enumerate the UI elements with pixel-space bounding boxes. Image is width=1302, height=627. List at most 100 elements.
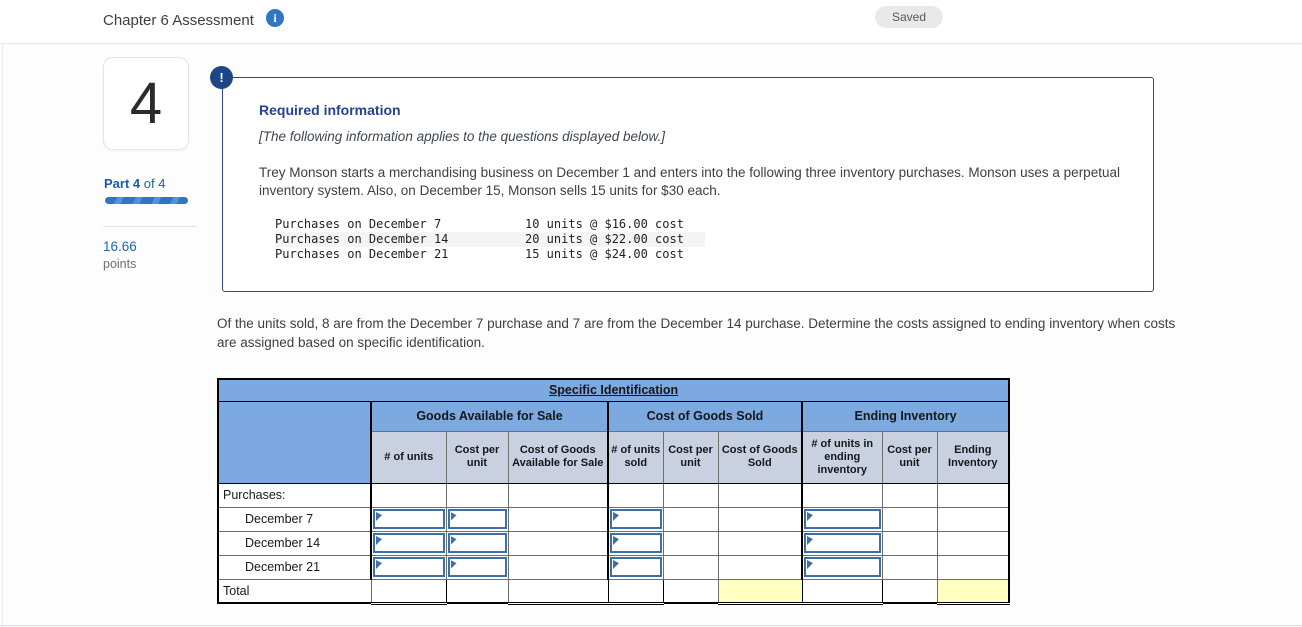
dec21-units-input[interactable] [373,557,445,577]
points-value: 16.66 [103,239,137,254]
empty-cell [507,482,609,508]
part-progress-bar [105,197,188,204]
empty-cell [881,482,938,508]
dec7-units-cell [370,506,447,532]
sidebar-divider [103,226,196,227]
worksheet-title: Specific Identification [217,378,1010,402]
dec7-cost-per-unit-input[interactable] [447,509,507,529]
total-units-sold-cell [607,578,664,605]
part-indicator-bold: Part 4 [104,176,141,191]
subheader-units-ending: # of units in ending inventory [801,430,883,484]
section-cost-of-goods-sold: Cost of Goods Sold [607,400,803,432]
dec7-units-sold-input[interactable] [610,509,662,529]
assessment-title: Chapter 6 Assessment [103,12,254,29]
cell-flag-icon [376,536,382,545]
dec21-units-ending-input[interactable] [804,557,881,577]
dec7-units-input[interactable] [373,509,445,529]
empty-cell [801,482,883,508]
empty-cell [717,554,803,580]
subheader-units-sold: # of units sold [607,430,664,484]
dec21-units-cell [370,554,447,580]
dec14-units-cell [370,530,447,556]
cell-flag-icon [450,560,457,569]
part-indicator-rest: of 4 [140,176,166,191]
dec7-units-ending-input[interactable] [804,509,881,529]
cell-flag-icon [376,560,382,569]
empty-cell [881,506,938,532]
empty-cell [936,482,1010,508]
dec14-cost-per-unit-input[interactable] [447,533,507,553]
specific-identification-worksheet: Specific Identification Goods Available … [217,378,1011,605]
empty-cell [607,482,664,508]
cell-flag-icon [807,536,813,545]
row-label-total: Total [217,578,372,604]
purchase-detail: 20 units @ $22.00 cost [525,232,684,246]
dec14-units-ending-input[interactable] [804,533,881,553]
cell-flag-icon [807,560,813,569]
empty-cell [662,554,719,580]
empty-cell [936,554,1010,580]
assessment-page: Chapter 6 Assessment i Saved 4 Part 4 of… [0,0,1302,627]
dec21-cost-per-unit-cell [445,554,509,580]
left-edge-divider [2,44,3,627]
section-ending-inventory: Ending Inventory [800,400,1010,432]
question-number-card: 4 [103,57,189,150]
subheader-cost-per-unit: Cost per unit [445,430,509,484]
cell-flag-icon [376,512,382,521]
empty-cell [507,530,609,556]
row-label-purchases: Purchases: [217,482,372,508]
purchase-label: Purchases on December 21 [275,247,449,261]
dec14-units-sold-cell [607,530,664,556]
total-cogafs-cell [507,578,609,605]
row-label-december-21: December 21 [217,554,372,580]
dec21-cost-per-unit-input[interactable] [447,557,507,577]
purchase-line: Purchases on December 21 15 units @ $24.… [275,247,705,262]
empty-cell [881,530,938,556]
required-information-heading: Required information [259,102,401,118]
empty-cell [507,554,609,580]
empty-cell [662,482,719,508]
purchase-line: Purchases on December 7 10 units @ $16.0… [275,217,705,232]
total-units-cell [370,578,447,605]
subheader-cogafs: Cost of Goods Available for Sale [507,430,609,484]
total-units-ending-cell [801,578,883,605]
empty-cell [881,578,938,604]
info-icon[interactable]: i [266,9,284,27]
cell-flag-icon [613,536,619,545]
corner-header-cell [217,400,372,484]
empty-cell [370,482,447,508]
required-information-panel: Required information [The following info… [222,77,1154,292]
section-goods-available: Goods Available for Sale [370,400,609,432]
empty-cell [662,530,719,556]
total-ending-inventory-cell [936,578,1010,605]
dec14-units-sold-input[interactable] [610,533,662,553]
subheader-units: # of units [370,430,447,484]
dec14-cost-per-unit-cell [445,530,509,556]
bottom-divider [0,625,1302,626]
subheader-ending-inventory: Ending Inventory [936,430,1010,484]
question-text: Of the units sold, 8 are from the Decemb… [217,316,1176,350]
dec21-units-ending-cell [801,554,883,580]
dec14-units-ending-cell [801,530,883,556]
top-bar: Chapter 6 Assessment i Saved [0,0,1302,44]
empty-cell [662,578,719,604]
empty-cell [881,554,938,580]
purchase-label: Purchases on December 7 [275,217,442,231]
scenario-paragraph: Trey Monson starts a merchandising busin… [259,165,1120,198]
purchase-label: Purchases on December 14 [275,232,449,246]
empty-cell [717,482,803,508]
empty-cell [507,506,609,532]
subheader-cogs: Cost of Goods Sold [717,430,803,484]
purchases-listing: Purchases on December 7 10 units @ $16.0… [275,217,705,262]
cell-flag-icon [450,536,457,545]
empty-cell [445,578,509,604]
saved-status-badge: Saved [875,6,944,28]
dec21-units-sold-cell [607,554,664,580]
dec21-units-sold-input[interactable] [610,557,662,577]
dec14-units-input[interactable] [373,533,445,553]
empty-cell [717,530,803,556]
row-label-december-7: December 7 [217,506,372,532]
purchase-detail: 15 units @ $24.00 cost [525,247,684,261]
purchase-line: Purchases on December 14 20 units @ $22.… [275,232,705,247]
row-label-december-14: December 14 [217,530,372,556]
